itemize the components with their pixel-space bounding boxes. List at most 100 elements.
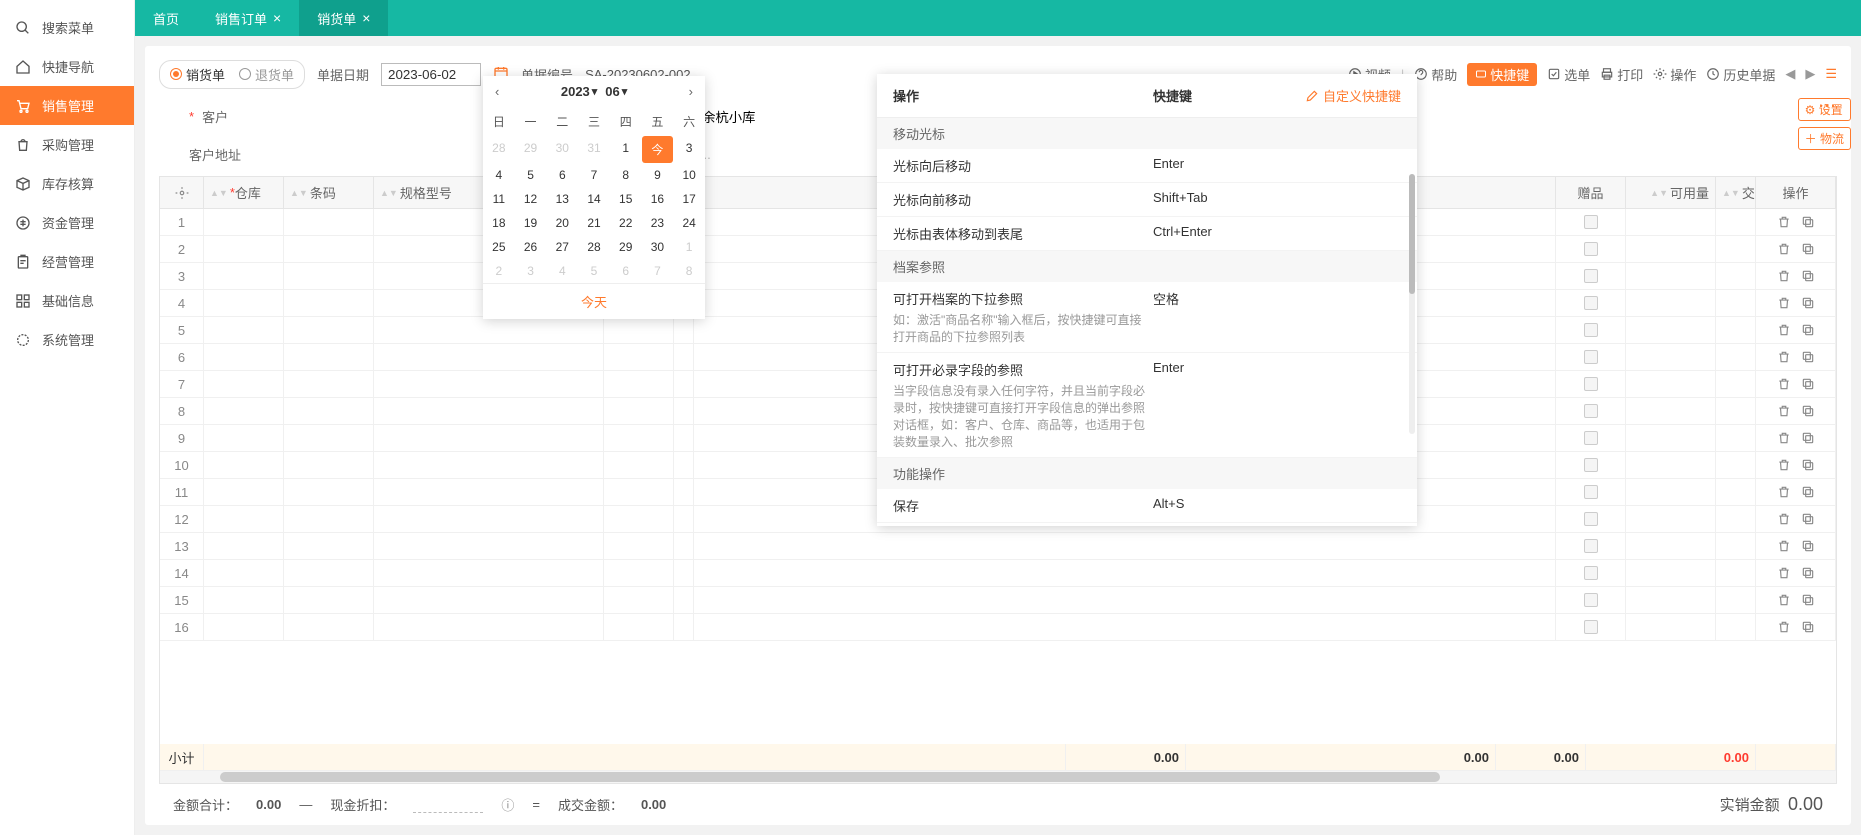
calendar-day[interactable]: 20	[546, 211, 578, 235]
cell-available[interactable]	[1626, 209, 1716, 235]
cell-gift[interactable]	[1556, 506, 1626, 532]
calendar-day[interactable]: 3	[515, 259, 547, 283]
calendar-day[interactable]: 13	[546, 187, 578, 211]
cell[interactable]	[674, 533, 694, 559]
calendar-day[interactable]: 2	[483, 259, 515, 283]
checkbox[interactable]	[1584, 458, 1598, 472]
cell-gift[interactable]	[1556, 452, 1626, 478]
cell-delivery[interactable]	[1716, 587, 1756, 613]
table-row[interactable]: 15	[160, 587, 1836, 614]
sidebar-item-purchase[interactable]: 采购管理	[0, 125, 134, 164]
calendar-day[interactable]: 25	[483, 235, 515, 259]
cell[interactable]	[674, 371, 694, 397]
scrollbar-thumb[interactable]	[1409, 174, 1415, 294]
cell-gift[interactable]	[1556, 290, 1626, 316]
operate-link[interactable]: 操作	[1653, 65, 1696, 84]
cell-gift[interactable]	[1556, 236, 1626, 262]
sidebar-item-inventory[interactable]: 库存核算	[0, 164, 134, 203]
cell[interactable]	[674, 344, 694, 370]
cell-rate[interactable]	[604, 452, 674, 478]
cell-delivery[interactable]	[1716, 452, 1756, 478]
chevron-right-icon[interactable]: ▶	[1805, 66, 1815, 82]
copy-icon[interactable]	[1801, 512, 1815, 526]
calendar-day[interactable]: 11	[483, 187, 515, 211]
calendar-day[interactable]: 6	[546, 163, 578, 187]
calendar-day[interactable]: 今	[642, 136, 674, 163]
delete-icon[interactable]	[1777, 512, 1791, 526]
scrollbar-thumb[interactable]	[220, 772, 1440, 782]
cell-warehouse[interactable]	[204, 371, 284, 397]
radio-return[interactable]: 退货单	[239, 65, 294, 84]
print-link[interactable]: 打印	[1600, 65, 1643, 84]
cell[interactable]	[674, 479, 694, 505]
cell-warehouse[interactable]	[204, 506, 284, 532]
calendar-day[interactable]: 4	[546, 259, 578, 283]
table-row[interactable]: 13	[160, 533, 1836, 560]
chevron-left-icon[interactable]: ◀	[1785, 66, 1795, 82]
cell-warehouse[interactable]	[204, 398, 284, 424]
cell-warehouse[interactable]	[204, 533, 284, 559]
cell-barcode[interactable]	[284, 209, 374, 235]
checkbox[interactable]	[1584, 323, 1598, 337]
cell-spec[interactable]	[374, 344, 604, 370]
cell-barcode[interactable]	[284, 398, 374, 424]
cell-barcode[interactable]	[284, 425, 374, 451]
cell-delivery[interactable]	[1716, 614, 1756, 640]
delete-icon[interactable]	[1777, 377, 1791, 391]
checkbox[interactable]	[1584, 377, 1598, 391]
cell-rate[interactable]	[604, 614, 674, 640]
calendar-day[interactable]: 21	[578, 211, 610, 235]
cell-available[interactable]	[1626, 371, 1716, 397]
cell-rate[interactable]	[604, 344, 674, 370]
cell-delivery[interactable]	[1716, 506, 1756, 532]
header-delivery[interactable]: ▲▼交	[1716, 177, 1756, 208]
cell-barcode[interactable]	[284, 587, 374, 613]
cell-delivery[interactable]	[1716, 317, 1756, 343]
delete-icon[interactable]	[1777, 431, 1791, 445]
cell-rate[interactable]	[604, 479, 674, 505]
calendar-day[interactable]: 15	[610, 187, 642, 211]
cell-rate[interactable]	[604, 506, 674, 532]
sidebar-item-business[interactable]: 经营管理	[0, 242, 134, 281]
cell-barcode[interactable]	[284, 452, 374, 478]
calendar-day[interactable]: 18	[483, 211, 515, 235]
copy-icon[interactable]	[1801, 377, 1815, 391]
cell-gift[interactable]	[1556, 587, 1626, 613]
cell-spec[interactable]	[374, 317, 604, 343]
checkbox[interactable]	[1584, 269, 1598, 283]
calendar-day[interactable]: 30	[642, 235, 674, 259]
more-dots-icon[interactable]: ⋯	[1818, 96, 1837, 117]
cell-available[interactable]	[1626, 317, 1716, 343]
cell[interactable]	[694, 614, 1556, 640]
cell-gift[interactable]	[1556, 425, 1626, 451]
copy-icon[interactable]	[1801, 242, 1815, 256]
cell-gift[interactable]	[1556, 209, 1626, 235]
cell-warehouse[interactable]	[204, 290, 284, 316]
calendar-day[interactable]: 14	[578, 187, 610, 211]
calendar-day[interactable]: 7	[578, 163, 610, 187]
copy-icon[interactable]	[1801, 431, 1815, 445]
calendar-day[interactable]: 27	[546, 235, 578, 259]
cell-delivery[interactable]	[1716, 344, 1756, 370]
copy-icon[interactable]	[1801, 485, 1815, 499]
checkbox[interactable]	[1584, 242, 1598, 256]
close-icon[interactable]: ×	[273, 10, 281, 26]
cell-available[interactable]	[1626, 587, 1716, 613]
menu-icon[interactable]: ☰	[1825, 66, 1837, 82]
info-icon[interactable]: ⓘ	[501, 795, 514, 814]
copy-icon[interactable]	[1801, 404, 1815, 418]
cell-available[interactable]	[1626, 506, 1716, 532]
cell-gift[interactable]	[1556, 479, 1626, 505]
vertical-scrollbar[interactable]	[1409, 174, 1415, 434]
calendar-day[interactable]: 31	[578, 136, 610, 163]
cell-warehouse[interactable]	[204, 236, 284, 262]
delete-icon[interactable]	[1777, 566, 1791, 580]
table-row[interactable]: 16	[160, 614, 1836, 641]
close-icon[interactable]: ×	[362, 10, 370, 26]
cell-delivery[interactable]	[1716, 263, 1756, 289]
select-link[interactable]: 选单	[1547, 65, 1590, 84]
horizontal-scrollbar[interactable]	[160, 771, 1836, 783]
header-gear[interactable]	[160, 177, 204, 208]
sidebar-item-sales[interactable]: 销售管理	[0, 86, 134, 125]
calendar-day[interactable]: 24	[673, 211, 705, 235]
